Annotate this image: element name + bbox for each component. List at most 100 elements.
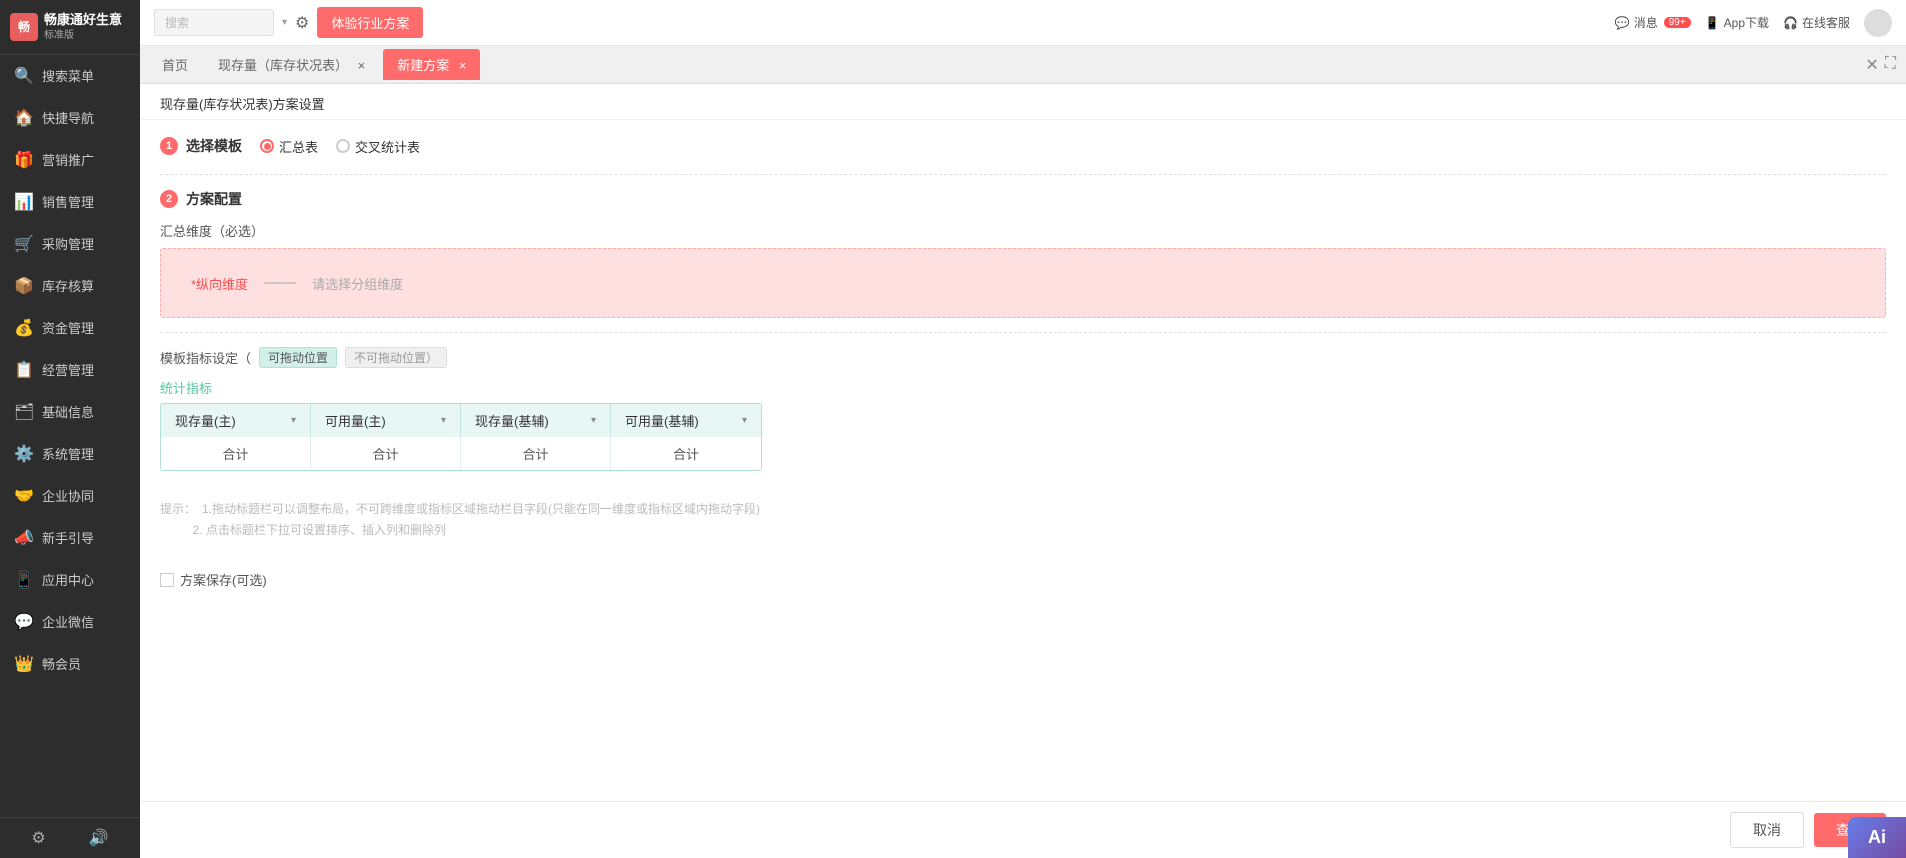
sidebar-item-appcenter[interactable]: 📱 应用中心: [0, 559, 140, 601]
dim-box: *纵向维度 —— 请选择分组维度: [160, 248, 1886, 318]
logo-icon: 畅: [10, 13, 38, 41]
sidebar-item-purchase[interactable]: 🛒 采购管理: [0, 223, 140, 265]
cancel-button[interactable]: 取消: [1730, 812, 1804, 848]
app-edition: 标准版: [44, 29, 122, 42]
save-checkbox[interactable]: [160, 573, 174, 587]
col-arrow-1[interactable]: ▾: [441, 415, 446, 426]
trial-btn[interactable]: 体验行业方案: [317, 7, 423, 38]
tab-inventory-status[interactable]: 现存量（库存状况表） ×: [204, 49, 379, 80]
sidebar-item-label: 采购管理: [42, 234, 94, 253]
sidebar-item-search[interactable]: 🔍 搜索菜单: [0, 55, 140, 97]
sidebar-item-management[interactable]: 📋 经营管理: [0, 349, 140, 391]
stats-col-1-header: 可用量(主): [325, 411, 386, 430]
stats-col-1[interactable]: 可用量(主) ▾: [311, 404, 461, 437]
stats-col-3-header: 可用量(基辅): [625, 411, 699, 430]
sidebar-item-quicknav[interactable]: 🏠 快捷导航: [0, 97, 140, 139]
stats-table: 现存量(主) ▾ 可用量(主) ▾ 现存量(基辅) ▾ 可用量(基辅): [160, 403, 762, 471]
sidebar-item-sales[interactable]: 📊 销售管理: [0, 181, 140, 223]
radio-cross[interactable]: 交叉统计表: [336, 137, 420, 156]
chart-icon: 📊: [14, 192, 34, 212]
section-scheme-config: 2 方案配置 汇总维度（必选） *纵向维度 —— 请选择分组维度 模板指标设定（…: [160, 189, 1886, 552]
radio-cross-label: 交叉统计表: [355, 137, 420, 156]
app-name: 畅康通好生意: [44, 12, 122, 29]
handshake-icon: 🤝: [14, 486, 34, 506]
sidebar-item-finance[interactable]: 💰 资金管理: [0, 307, 140, 349]
tab-new-scheme-close-icon[interactable]: ×: [459, 58, 467, 73]
sidebar-item-newguide[interactable]: 📣 新手引导: [0, 517, 140, 559]
cart-icon: 🛒: [14, 234, 34, 254]
drag-badge: 可拖动位置: [259, 347, 337, 368]
sidebar-item-basic[interactable]: 🗂 基础信息: [0, 391, 140, 433]
stats-cell-1: 合计: [311, 437, 461, 470]
online-service-action[interactable]: 🎧 在线客服: [1783, 14, 1850, 31]
sidebar-item-inventory[interactable]: 📦 库存核算: [0, 265, 140, 307]
sidebar: 畅 畅康通好生意 标准版 🔍 搜索菜单 🏠 快捷导航 🎁 营销推广 📊 销售管理…: [0, 0, 140, 858]
section2-num: 2: [160, 190, 178, 208]
stats-cell-3: 合计: [611, 437, 761, 470]
tab-bar-actions: ✕ ⛶: [1865, 55, 1896, 75]
section-divider-2: [160, 332, 1886, 333]
message-action[interactable]: 💬 消息 99+: [1615, 14, 1691, 31]
stats-col-0-header: 现存量(主): [175, 411, 236, 430]
main-area: 搜索 ▾ ⚙ 体验行业方案 💬 消息 99+ 📱 App下载 🎧 在线客服: [140, 0, 1906, 858]
top-bar-left: 搜索 ▾ ⚙ 体验行业方案: [154, 7, 1605, 38]
box-icon: 📦: [14, 276, 34, 296]
content-area: 现存量(库存状况表)方案设置 1 选择模板 汇总表 交叉统计表: [140, 84, 1906, 858]
stats-cell-0: 合计: [161, 437, 311, 470]
section1-label: 选择模板: [186, 136, 242, 156]
sidebar-item-member[interactable]: 👑 畅会员: [0, 643, 140, 685]
tab-close-icon[interactable]: ✕: [1865, 55, 1878, 75]
radio-summary[interactable]: 汇总表: [260, 137, 318, 156]
sidebar-item-wechat[interactable]: 💬 企业微信: [0, 601, 140, 643]
tab-home[interactable]: 首页: [150, 49, 200, 80]
col-arrow-0[interactable]: ▾: [291, 415, 296, 426]
tab-new-scheme[interactable]: 新建方案 ×: [383, 49, 480, 80]
sidebar-item-label: 畅会员: [42, 654, 81, 673]
section2-label: 方案配置: [186, 189, 242, 209]
sidebar-item-cooperation[interactable]: 🤝 企业协同: [0, 475, 140, 517]
sidebar-item-label: 基础信息: [42, 402, 94, 421]
stats-table-body: 合计 合计 合计 合计: [161, 437, 761, 470]
avatar[interactable]: [1864, 9, 1892, 37]
app-download-action[interactable]: 📱 App下载: [1705, 14, 1769, 31]
indicator-label: 模板指标设定（ 可拖动位置 不可拖动位置）: [160, 347, 1886, 368]
tab-new-scheme-label: 新建方案: [397, 58, 449, 73]
col-arrow-3[interactable]: ▾: [742, 415, 747, 426]
stats-col-2[interactable]: 现存量(基辅) ▾: [461, 404, 611, 437]
radio-cross-circle: [336, 139, 350, 153]
chat-icon: 💬: [14, 612, 34, 632]
dropdown-arrow-icon[interactable]: ▾: [282, 17, 287, 28]
app-download-label: App下载: [1724, 14, 1769, 31]
search-icon: 🔍: [14, 66, 34, 86]
ai-badge[interactable]: Ai: [1848, 817, 1906, 858]
sidebar-item-label: 企业微信: [42, 612, 94, 631]
stats-col-2-header: 现存量(基辅): [475, 411, 549, 430]
sidebar-settings-icon[interactable]: ⚙: [31, 828, 45, 848]
search-bar[interactable]: 搜索: [154, 9, 274, 36]
col-arrow-2[interactable]: ▾: [591, 415, 596, 426]
sidebar-item-label: 销售管理: [42, 192, 94, 211]
indicator-label-text: 模板指标设定（: [160, 348, 251, 367]
topbar-settings-icon[interactable]: ⚙: [295, 13, 309, 33]
section-divider-1: [160, 174, 1886, 175]
tab-expand-icon[interactable]: ⛶: [1885, 55, 1896, 75]
megaphone-icon: 📣: [14, 528, 34, 548]
stats-col-0[interactable]: 现存量(主) ▾: [161, 404, 311, 437]
sidebar-sound-icon[interactable]: 🔊: [89, 828, 109, 848]
sidebar-item-marketing[interactable]: 🎁 营销推广: [0, 139, 140, 181]
section-choose-template: 1 选择模板 汇总表 交叉统计表: [160, 136, 1886, 156]
gift-icon: 🎁: [14, 150, 34, 170]
stats-col-3[interactable]: 可用量(基辅) ▾: [611, 404, 761, 437]
sidebar-item-label: 快捷导航: [42, 108, 94, 127]
sidebar-item-label: 新手引导: [42, 528, 94, 547]
sidebar-item-label: 企业协同: [42, 486, 94, 505]
tip-item-1: 2. 点击标题栏下拉可设置排序、插入列和删除列: [160, 521, 1886, 538]
stats-cell-2: 合计: [461, 437, 611, 470]
section2-title: 2 方案配置: [160, 189, 1886, 209]
tab-inventory-status-close-icon[interactable]: ×: [358, 58, 366, 73]
message-badge: 99+: [1664, 17, 1691, 28]
sidebar-item-label: 营销推广: [42, 150, 94, 169]
sidebar-item-system[interactable]: ⚙️ 系统管理: [0, 433, 140, 475]
sidebar-item-label: 经营管理: [42, 360, 94, 379]
dim-arrow: ——: [264, 274, 296, 292]
